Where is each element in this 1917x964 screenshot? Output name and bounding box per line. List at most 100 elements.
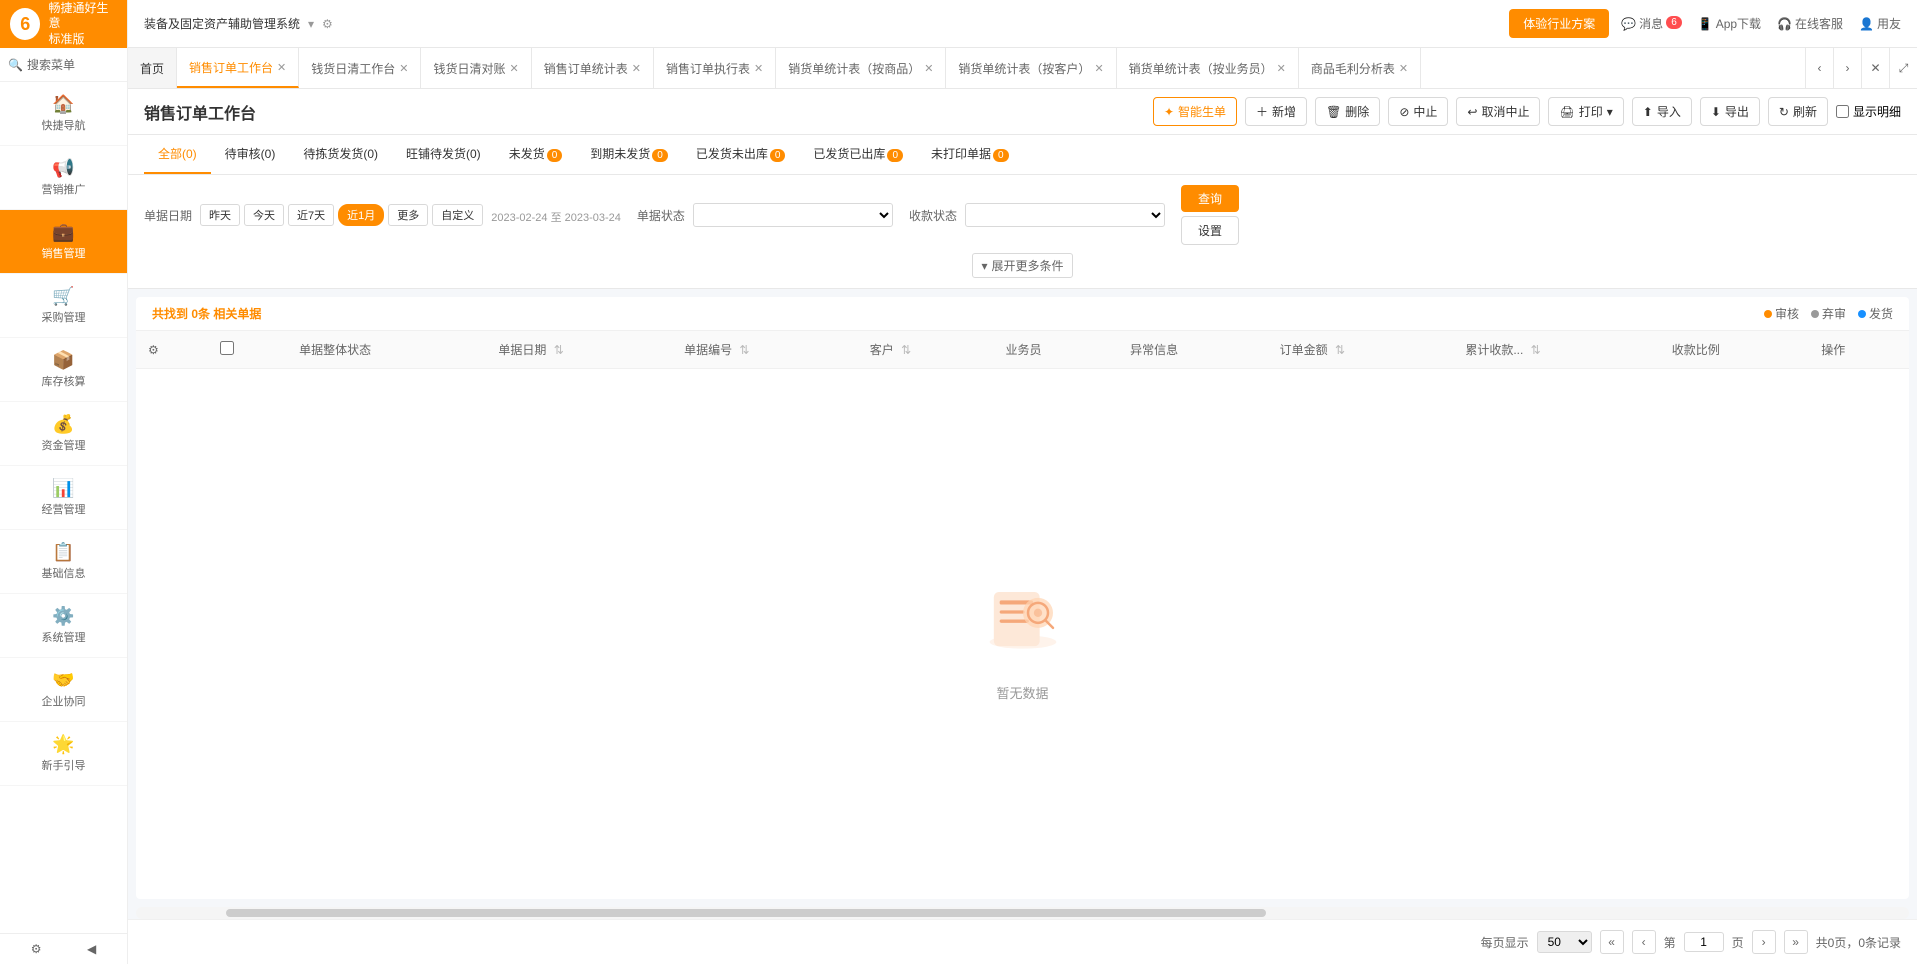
app-download-button[interactable]: 📱 App下载 <box>1698 15 1761 32</box>
tab-sales-order-stats[interactable]: 销售订单统计表 ✕ <box>532 48 654 88</box>
tab-close-sales-workbench[interactable]: ✕ <box>277 61 286 74</box>
tab-cash-reconcile[interactable]: 钱货日清对账 ✕ <box>421 48 531 88</box>
first-page-button[interactable]: « <box>1600 930 1624 954</box>
per-page-select[interactable]: 50 10 20 100 <box>1537 931 1592 953</box>
sidebar-search[interactable]: 🔍 搜索菜单 <box>0 48 127 82</box>
ship-action-link[interactable]: 发货 <box>1858 305 1893 322</box>
date-btn-more[interactable]: 更多 <box>388 204 428 226</box>
sidebar-item-operation[interactable]: 📊 经营管理 <box>0 466 127 530</box>
sidebar-item-base[interactable]: 📋 基础信息 <box>0 530 127 594</box>
th-settings[interactable]: ⚙ <box>136 331 208 369</box>
date-btn-7days[interactable]: 近7天 <box>288 204 334 226</box>
sidebar-item-marketing[interactable]: 📢 营销推广 <box>0 146 127 210</box>
smart-generate-button[interactable]: ✦ 智能生单 <box>1153 97 1237 126</box>
tab-sales-stats-customer[interactable]: 销货单统计表（按客户） ✕ <box>946 48 1116 88</box>
sub-tab-shipped-not-out[interactable]: 已发货未出库0 <box>682 135 800 174</box>
sub-tab-not-shipped[interactable]: 未发货0 <box>495 135 577 174</box>
scrollbar-thumb[interactable] <box>226 909 1266 917</box>
sub-tab-all[interactable]: 全部(0) <box>144 135 211 174</box>
sub-tab-not-printed[interactable]: 未打印单据0 <box>917 135 1023 174</box>
th-collected[interactable]: 累计收款... ⇅ <box>1453 331 1659 369</box>
industry-solution-button[interactable]: 体验行业方案 <box>1509 9 1609 38</box>
revoke-action-link[interactable]: 弃审 <box>1811 305 1846 322</box>
th-customer[interactable]: 客户 ⇅ <box>858 331 994 369</box>
online-service-button[interactable]: 🎧 在线客服 <box>1777 15 1843 32</box>
date-btn-today[interactable]: 今天 <box>244 204 284 226</box>
tab-home[interactable]: 首页 <box>128 48 177 88</box>
sub-tab-pending-inspection[interactable]: 待拣货发货(0) <box>289 135 392 174</box>
export-button[interactable]: ⬇ 导出 <box>1700 97 1760 126</box>
show-detail-checkbox[interactable] <box>1836 105 1849 118</box>
th-checkbox[interactable] <box>208 331 287 369</box>
tab-close-all-button[interactable]: ✕ <box>1861 48 1889 88</box>
select-all-checkbox[interactable] <box>220 341 234 355</box>
sidebar-item-inventory[interactable]: 📦 库存核算 <box>0 338 127 402</box>
th-salesman[interactable]: 业务员 <box>994 331 1119 369</box>
th-amount[interactable]: 订单金额 ⇅ <box>1268 331 1454 369</box>
sidebar-item-system[interactable]: ⚙️ 系统管理 <box>0 594 127 658</box>
date-btn-custom[interactable]: 自定义 <box>432 204 483 226</box>
tab-close-sales-stats-product[interactable]: ✕ <box>924 62 933 75</box>
tab-sales-order-execute[interactable]: 销售订单执行表 ✕ <box>654 48 776 88</box>
review-action-link[interactable]: 审核 <box>1764 305 1799 322</box>
tab-close-cash-reconcile[interactable]: ✕ <box>510 62 519 75</box>
date-btn-yesterday[interactable]: 昨天 <box>200 204 240 226</box>
date-btn-1month[interactable]: 近1月 <box>338 204 384 226</box>
th-exception[interactable]: 异常信息 <box>1118 331 1268 369</box>
next-page-button[interactable]: › <box>1752 930 1776 954</box>
tab-close-goods-margin[interactable]: ✕ <box>1399 62 1408 75</box>
tab-nav-next-button[interactable]: › <box>1833 48 1861 88</box>
expand-filter-button[interactable]: ▾ 展开更多条件 <box>972 253 1072 278</box>
sidebar-item-finance[interactable]: 💰 资金管理 <box>0 402 127 466</box>
horizontal-scrollbar[interactable] <box>136 907 1909 919</box>
query-button[interactable]: 查询 <box>1181 185 1239 212</box>
tab-close-sales-order-execute[interactable]: ✕ <box>754 62 763 75</box>
th-date[interactable]: 单据日期 ⇅ <box>486 331 672 369</box>
shipped-out-badge: 0 <box>887 149 903 162</box>
cancel-stop-button[interactable]: ↩ 取消中止 <box>1456 97 1540 126</box>
tab-close-sales-order-stats[interactable]: ✕ <box>632 62 641 75</box>
tab-sales-stats-staff[interactable]: 销货单统计表（按业务员） ✕ <box>1117 48 1299 88</box>
tab-close-sales-stats-customer[interactable]: ✕ <box>1094 62 1103 75</box>
sub-tab-expired-not-shipped[interactable]: 到期未发货0 <box>576 135 682 174</box>
sub-tab-pending-review[interactable]: 待审核(0) <box>211 135 290 174</box>
main-content: 装备及固定资产辅助管理系统 ▾ ⚙ 体验行业方案 💬 消息 6 📱 App下载 … <box>128 0 1917 964</box>
message-button[interactable]: 💬 消息 6 <box>1621 15 1682 32</box>
prev-page-button[interactable]: ‹ <box>1632 930 1656 954</box>
filter-setting-button[interactable]: 设置 <box>1181 216 1239 245</box>
delete-button[interactable]: 🗑 删除 <box>1315 97 1380 126</box>
sidebar-item-sales[interactable]: 💼 销售管理 <box>0 210 127 274</box>
add-button[interactable]: ＋ 新增 <box>1245 97 1307 126</box>
sidebar-item-quick-nav[interactable]: 🏠 快捷导航 <box>0 82 127 146</box>
refresh-button[interactable]: ↻ 刷新 <box>1768 97 1828 126</box>
sub-tab-shipped-out[interactable]: 已发货已出库0 <box>799 135 917 174</box>
th-number[interactable]: 单据编号 ⇅ <box>672 331 858 369</box>
tab-cash-daily[interactable]: 钱货日清工作台 ✕ <box>299 48 421 88</box>
topbar-settings-icon[interactable]: ⚙ <box>322 17 333 31</box>
page-input[interactable] <box>1684 932 1724 952</box>
settings-footer-icon[interactable]: ⚙ <box>31 942 42 956</box>
sidebar-item-purchase[interactable]: 🛒 采购管理 <box>0 274 127 338</box>
th-status[interactable]: 单据整体状态 <box>287 331 486 369</box>
tab-sales-workbench[interactable]: 销售订单工作台 ✕ <box>177 48 299 88</box>
tab-fullscreen-button[interactable]: ⤢ <box>1889 48 1917 88</box>
sub-tab-wangpu-pending[interactable]: 旺铺待发货(0) <box>392 135 495 174</box>
last-page-button[interactable]: » <box>1784 930 1808 954</box>
sidebar-footer: ⚙ ◀ <box>0 933 127 964</box>
tab-nav-prev-button[interactable]: ‹ <box>1805 48 1833 88</box>
status-filter-select[interactable] <box>693 203 893 227</box>
payment-filter-select[interactable] <box>965 203 1165 227</box>
column-settings-icon[interactable]: ⚙ <box>148 343 159 357</box>
stop-button[interactable]: ⊘ 中止 <box>1388 97 1448 126</box>
user-button[interactable]: 👤 用友 <box>1859 15 1901 32</box>
import-button[interactable]: ⬆ 导入 <box>1632 97 1692 126</box>
tab-sales-stats-product[interactable]: 销货单统计表（按商品） ✕ <box>776 48 946 88</box>
tab-goods-margin[interactable]: 商品毛利分析表 ✕ <box>1299 48 1421 88</box>
tab-close-cash-daily[interactable]: ✕ <box>399 62 408 75</box>
tab-close-sales-stats-staff[interactable]: ✕ <box>1277 62 1286 75</box>
sidebar-item-guide[interactable]: 🌟 新手引导 <box>0 722 127 786</box>
show-detail-toggle[interactable]: 显示明细 <box>1836 103 1901 120</box>
print-button[interactable]: 🖨 打印 ▾ <box>1548 97 1623 126</box>
collapse-icon[interactable]: ◀ <box>87 942 96 956</box>
sidebar-item-enterprise[interactable]: 🤝 企业协同 <box>0 658 127 722</box>
